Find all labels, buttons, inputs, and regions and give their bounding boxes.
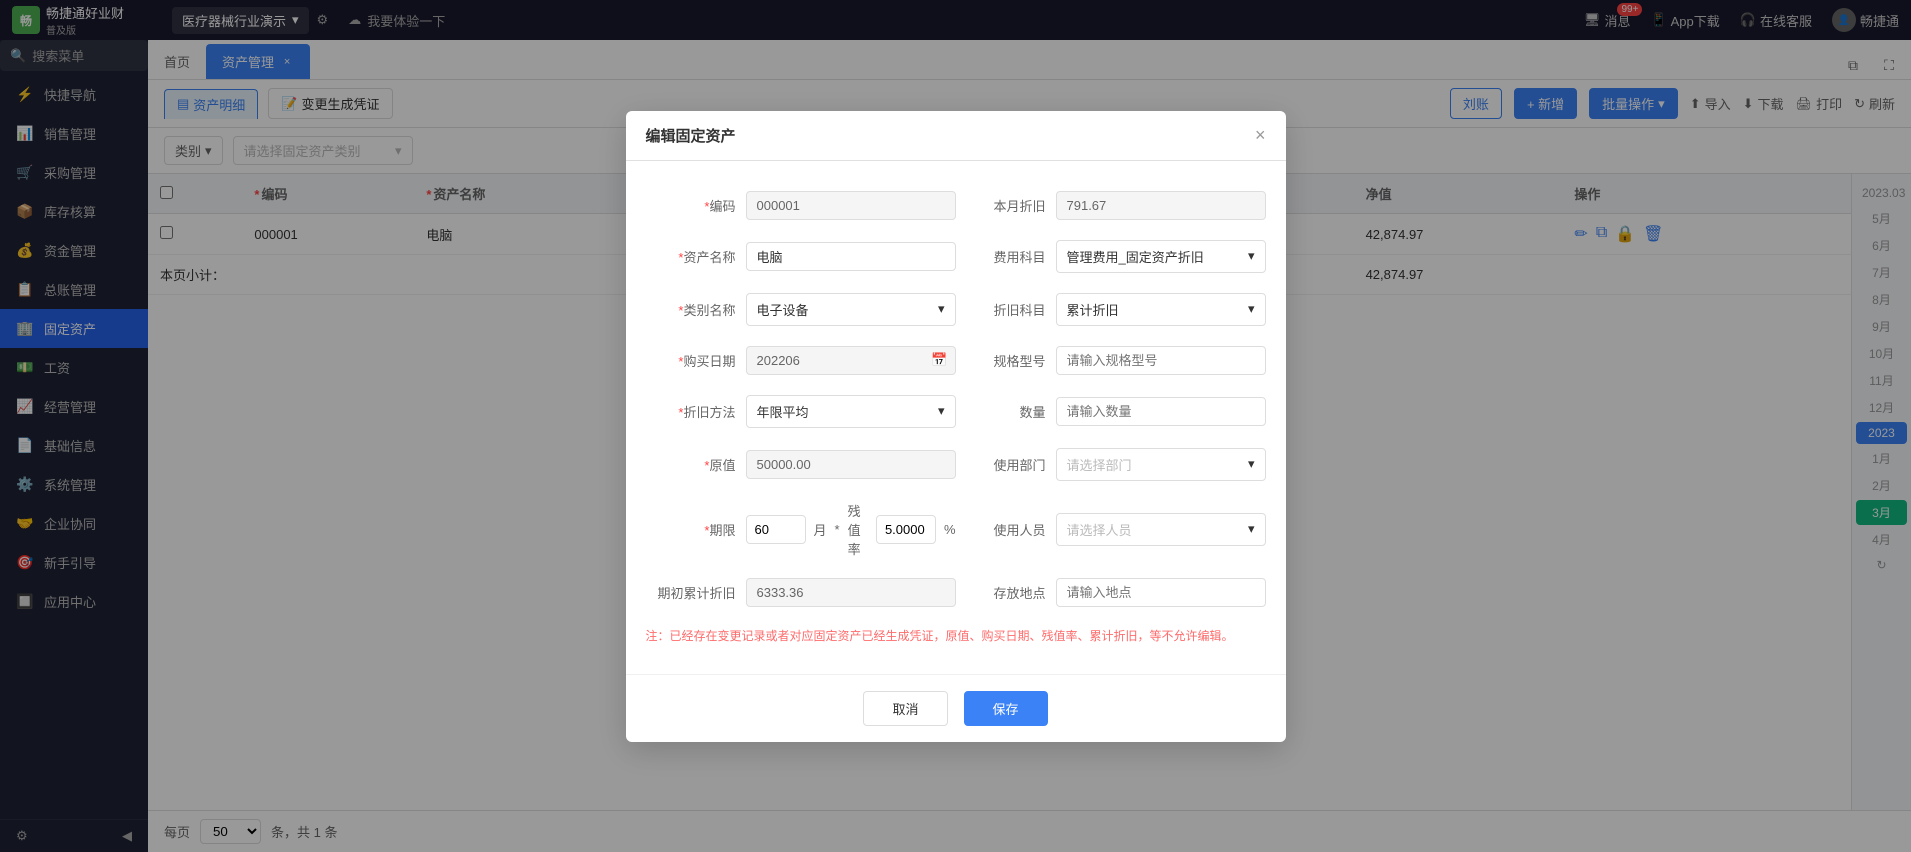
department-field-row: 使用部门 请选择部门 ▾ (956, 438, 1266, 491)
code-input[interactable] (746, 191, 956, 220)
residual-rate-input[interactable] (876, 515, 936, 544)
depr-subject-chevron-icon: ▾ (1248, 301, 1255, 317)
depr-method-field-row: *折旧方法 年限平均 ▾ (646, 385, 956, 438)
asset-name-label: *资产名称 (646, 247, 746, 266)
period-input[interactable] (746, 515, 806, 544)
depr-subject-field-row: 折旧科目 累计折旧 ▾ (956, 283, 1266, 336)
modal-footer: 取消 保存 (626, 674, 1286, 742)
department-chevron-icon: ▾ (1248, 456, 1255, 472)
code-field-row: *编码 (646, 181, 956, 230)
purchase-date-label: *购买日期 (646, 351, 746, 370)
quantity-label: 数量 (956, 402, 1056, 421)
staff-chevron-icon: ▾ (1248, 521, 1255, 537)
modal-overlay: 编辑固定资产 × *编码 本月折旧 (0, 0, 1911, 852)
category-select[interactable]: 电子设备 ▾ (746, 293, 956, 326)
purchase-date-wrapper: 📅 (746, 346, 956, 375)
asset-name-input[interactable] (746, 242, 956, 271)
department-label: 使用部门 (956, 455, 1056, 474)
period-field-row: *期限 月 * 残值率 % (646, 491, 956, 568)
depr-method-chevron-icon: ▾ (938, 403, 945, 419)
expense-subject-field-row: 费用科目 管理费用_固定资产折旧 ▾ (956, 230, 1266, 283)
expense-subject-label: 费用科目 (956, 247, 1056, 266)
purchase-date-input[interactable] (746, 346, 956, 375)
monthly-depr-input[interactable] (1056, 191, 1266, 220)
depr-subject-select[interactable]: 累计折旧 ▾ (1056, 293, 1266, 326)
save-button[interactable]: 保存 (964, 691, 1048, 726)
department-select[interactable]: 请选择部门 ▾ (1056, 448, 1266, 481)
purchase-date-field-row: *购买日期 📅 (646, 336, 956, 385)
spec-label: 规格型号 (956, 351, 1056, 370)
category-name-label: *类别名称 (646, 300, 746, 319)
staff-select[interactable]: 请选择人员 ▾ (1056, 513, 1266, 546)
modal-header: 编辑固定资产 × (626, 111, 1286, 161)
depr-subject-label: 折旧科目 (956, 300, 1056, 319)
expense-chevron-icon: ▾ (1248, 248, 1255, 264)
depr-method-label: *折旧方法 (646, 402, 746, 421)
edit-asset-modal: 编辑固定资产 × *编码 本月折旧 (626, 111, 1286, 742)
code-label: *编码 (646, 196, 746, 215)
location-field-row: 存放地点 (956, 568, 1266, 617)
modal-title: 编辑固定资产 (646, 125, 736, 146)
expense-subject-select[interactable]: 管理费用_固定资产折旧 ▾ (1056, 240, 1266, 273)
modal-note: 注：已经存在变更记录或者对应固定资产已经生成凭证，原值、购买日期、残值率、累计折… (646, 617, 1266, 654)
period-inline-fields: 月 * 残值率 % (746, 501, 956, 558)
location-label: 存放地点 (956, 583, 1056, 602)
original-value-field-row: *原值 (646, 438, 956, 491)
period-label: *期限 (646, 520, 746, 539)
staff-field-row: 使用人员 请选择人员 ▾ (956, 491, 1266, 568)
quantity-input[interactable] (1056, 397, 1266, 426)
initial-depr-field-row: 期初累计折旧 (646, 568, 956, 617)
location-input[interactable] (1056, 578, 1266, 607)
cancel-button[interactable]: 取消 (863, 691, 947, 726)
original-value-input[interactable] (746, 450, 956, 479)
modal-close-button[interactable]: × (1255, 125, 1266, 146)
initial-depr-label: 期初累计折旧 (646, 583, 746, 602)
original-value-label: *原值 (646, 455, 746, 474)
category-chevron-icon: ▾ (938, 301, 945, 317)
staff-label: 使用人员 (956, 520, 1056, 539)
monthly-depr-field-row: 本月折旧 (956, 181, 1266, 230)
quantity-field-row: 数量 (956, 385, 1266, 438)
modal-body: *编码 本月折旧 *资产名称 (626, 161, 1286, 674)
monthly-depr-label: 本月折旧 (956, 196, 1056, 215)
spec-input[interactable] (1056, 346, 1266, 375)
spec-field-row: 规格型号 (956, 336, 1266, 385)
depr-method-select[interactable]: 年限平均 ▾ (746, 395, 956, 428)
category-field-row: *类别名称 电子设备 ▾ (646, 283, 956, 336)
asset-name-field-row: *资产名称 (646, 230, 956, 283)
calendar-icon[interactable]: 📅 (931, 352, 947, 368)
initial-depr-input[interactable] (746, 578, 956, 607)
